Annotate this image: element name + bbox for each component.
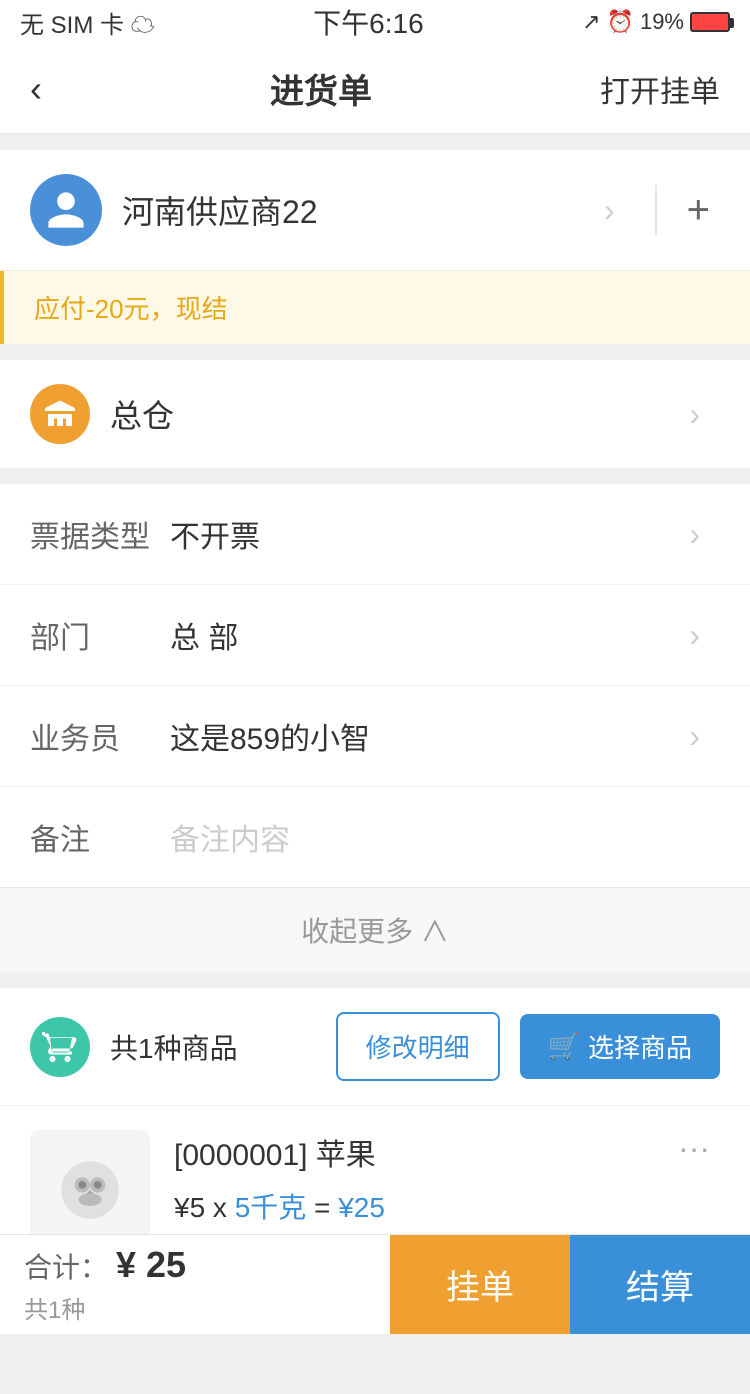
signal-text: 无 SIM 卡 ☁ [20,5,155,40]
supplier-avatar [30,174,102,246]
add-supplier-button[interactable]: + [677,188,720,233]
payment-notice: 应付-20元，现结 [0,271,750,344]
products-section: 共1种商品 修改明细 🛒 选择商品 [0000 [0,988,750,1274]
product-quantity: 5千克 [235,1192,307,1223]
select-product-button[interactable]: 🛒 选择商品 [520,1014,720,1079]
product-menu-button[interactable]: ··· [668,1130,720,1167]
total-amount: ¥ 25 [116,1244,186,1286]
warehouse-name: 总仓 [110,391,689,437]
supplier-chevron-icon: › [604,192,615,229]
back-button[interactable]: ‹ [30,68,42,110]
page-title: 进货单 [270,64,372,113]
status-bar: 无 SIM 卡 ☁ 下午6:16 ↗ ⏰ 19% [0,0,750,44]
bottom-total: 合计： ¥ 25 [24,1244,366,1286]
open-pending-button[interactable]: 打开挂单 [600,67,720,111]
checkout-button[interactable]: 结算 [570,1235,750,1334]
form-section: 票据类型 不开票 › 部门 总 部 › 业务员 这是859的小智 › 备注 备注… [0,484,750,972]
salesman-chevron-icon: › [689,718,700,755]
select-product-label: 选择商品 [588,1028,692,1065]
invoice-type-label: 票据类型 [30,512,150,556]
product-unit-price: ¥5 x [174,1192,235,1223]
product-thumbnail [30,1130,150,1250]
section-gap-3 [0,468,750,484]
salesman-label: 业务员 [30,714,150,758]
person-icon [44,188,88,232]
warehouse-icon [42,396,78,432]
status-left: 无 SIM 卡 ☁ [20,5,155,40]
product-price-line: ¥5 x 5千克 = ¥25 [174,1186,644,1226]
cart-icon [42,1029,78,1065]
warehouse-row[interactable]: 总仓 › [0,360,750,468]
salesman-row[interactable]: 业务员 这是859的小智 › [0,685,750,786]
section-gap-4 [0,972,750,988]
collapse-toggle[interactable]: 收起更多 ∧ [0,887,750,972]
salesman-value: 这是859的小智 [170,714,689,758]
supplier-name: 河南供应商22 [122,187,604,233]
main-content: 河南供应商22 › + 应付-20元，现结 总仓 › 票据类型 不开票 › [0,134,750,1394]
department-label: 部门 [30,613,150,657]
total-label: 合计： [24,1246,108,1286]
section-gap-2 [0,344,750,360]
department-chevron-icon: › [689,617,700,654]
battery-text: 19% [640,9,684,35]
products-header: 共1种商品 修改明细 🛒 选择商品 [0,988,750,1105]
supplier-divider [655,185,657,235]
remark-row[interactable]: 备注 备注内容 [0,786,750,887]
product-name: [0000001] 苹果 [174,1130,644,1174]
product-total: ¥25 [338,1192,385,1223]
warehouse-section[interactable]: 总仓 › [0,360,750,468]
products-count-text: 共1种商品 [110,1027,316,1067]
invoice-type-row[interactable]: 票据类型 不开票 › [0,484,750,584]
select-product-icon: 🛒 [548,1031,580,1062]
remark-placeholder: 备注内容 [170,815,720,859]
department-value: 总 部 [170,613,689,657]
edit-detail-button[interactable]: 修改明细 [336,1012,500,1081]
bottom-summary: 合计： ¥ 25 共1种 [0,1235,390,1334]
location-icon: ↗ [582,9,600,35]
warehouse-icon-wrap [30,384,90,444]
invoice-chevron-icon: › [689,516,700,553]
warehouse-chevron-icon: › [689,396,700,433]
section-gap-1 [0,134,750,150]
bottom-bar: 合计： ¥ 25 共1种 挂单 结算 [0,1234,750,1334]
battery-icon [690,12,730,32]
alarm-icon: ⏰ [607,9,634,35]
product-owl-icon [58,1158,122,1222]
nav-bar: ‹ 进货单 打开挂单 [0,44,750,134]
department-row[interactable]: 部门 总 部 › [0,584,750,685]
products-count-icon-wrap [30,1017,90,1077]
supplier-row[interactable]: 河南供应商22 › + [0,150,750,271]
supplier-section: 河南供应商22 › + 应付-20元，现结 [0,150,750,344]
status-time: 下午6:16 [313,2,424,42]
invoice-type-value: 不开票 [170,512,689,556]
bottom-count: 共1种 [24,1290,366,1325]
hang-order-button[interactable]: 挂单 [390,1235,570,1334]
product-equals: = [306,1192,338,1223]
product-info: [0000001] 苹果 ¥5 x 5千克 = ¥25 [174,1130,644,1226]
status-right: ↗ ⏰ 19% [582,9,730,35]
remark-label: 备注 [30,815,150,859]
